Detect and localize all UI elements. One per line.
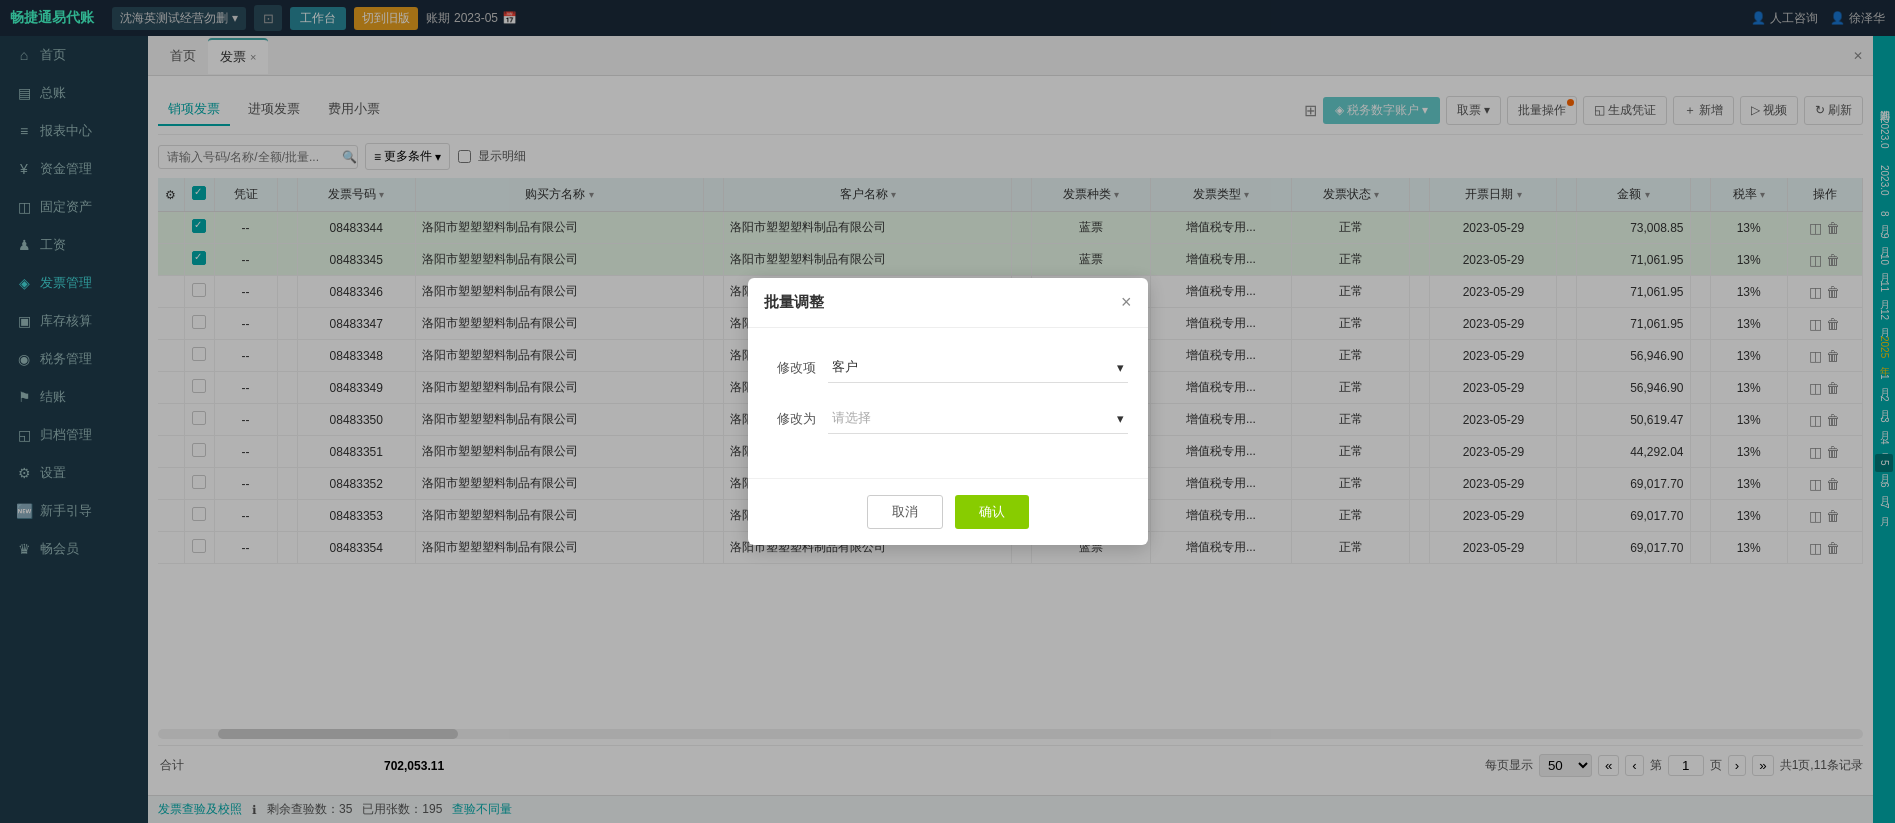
modify-item-label: 修改项 <box>768 359 828 377</box>
modify-to-label: 修改为 <box>768 410 828 428</box>
modify-to-select[interactable]: 请选择 ▾ <box>828 403 1128 434</box>
modify-item-select[interactable]: 客户 ▾ <box>828 352 1128 383</box>
modify-item-dropdown-icon: ▾ <box>1117 360 1124 375</box>
modal-overlay: 批量调整 × 修改项 客户 ▾ 修改为 请选择 ▾ 取消 确认 <box>0 0 1895 823</box>
batch-adjust-modal: 批量调整 × 修改项 客户 ▾ 修改为 请选择 ▾ 取消 确认 <box>748 278 1148 545</box>
modify-to-dropdown-icon: ▾ <box>1117 411 1124 426</box>
modal-header: 批量调整 × <box>748 278 1148 328</box>
modal-close-btn[interactable]: × <box>1121 292 1132 313</box>
modify-item-row: 修改项 客户 ▾ <box>768 352 1128 383</box>
modal-title: 批量调整 <box>764 293 824 312</box>
modal-body: 修改项 客户 ▾ 修改为 请选择 ▾ <box>748 328 1148 478</box>
modify-item-value: 客户 <box>832 358 858 376</box>
modify-to-row: 修改为 请选择 ▾ <box>768 403 1128 434</box>
modal-footer: 取消 确认 <box>748 478 1148 545</box>
modify-to-placeholder: 请选择 <box>832 409 871 427</box>
modal-cancel-btn[interactable]: 取消 <box>867 495 943 529</box>
modal-confirm-btn[interactable]: 确认 <box>955 495 1029 529</box>
